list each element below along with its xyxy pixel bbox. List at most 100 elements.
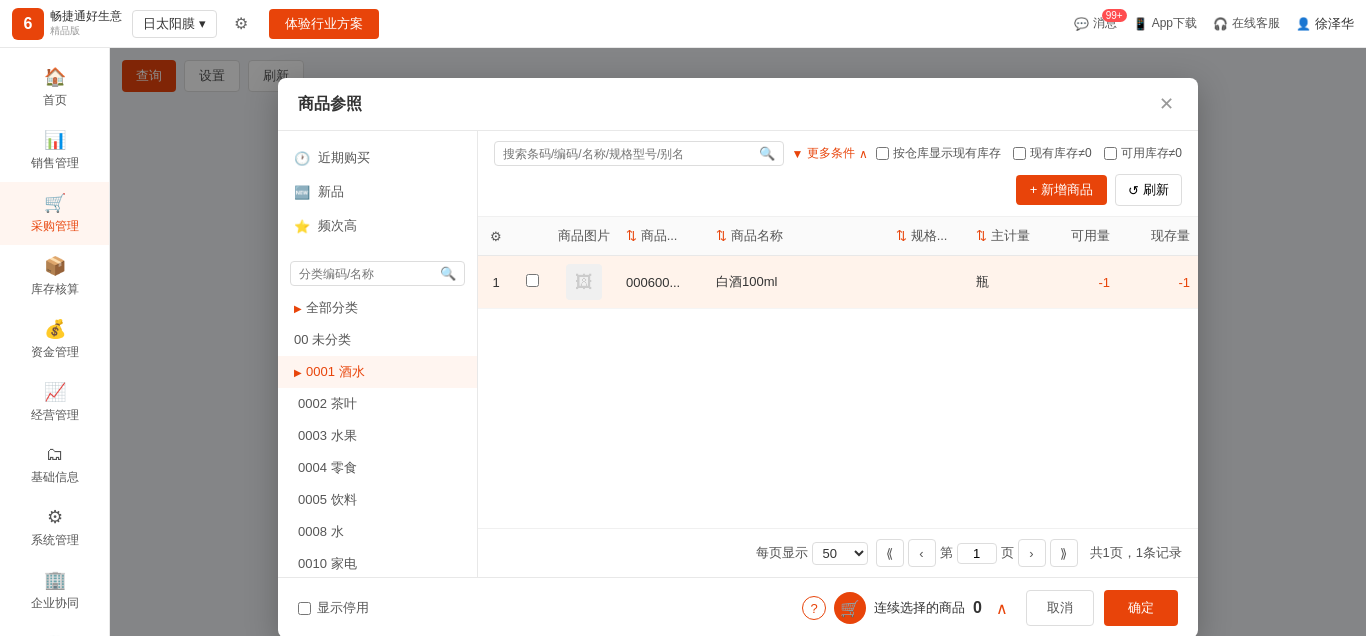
stock-nz-checkbox[interactable] <box>1013 147 1026 160</box>
exp-btn[interactable]: 体验行业方案 <box>269 9 379 39</box>
refresh-button[interactable]: ↺ 刷新 <box>1115 174 1182 206</box>
sidebar-item-label: 首页 <box>43 92 67 109</box>
row-checkbox[interactable] <box>526 274 539 287</box>
category-c0010[interactable]: 0010 家电 <box>278 548 477 577</box>
th-settings[interactable]: ⚙ <box>478 217 514 256</box>
table-row[interactable]: 1 🖼 <box>478 256 1198 309</box>
sidebar-item-label: 系统管理 <box>31 532 79 549</box>
th-unit[interactable]: ⇅ 主计量 <box>968 217 1038 256</box>
product-reference-modal: 商品参照 ✕ 🕐 近期购买 🆕 新品 <box>278 78 1198 636</box>
sidebar-item-label: 库存核算 <box>31 281 79 298</box>
prev-page-btn[interactable]: ‹ <box>908 539 936 567</box>
page-number-input[interactable] <box>957 543 997 564</box>
cancel-button[interactable]: 取消 <box>1026 590 1094 626</box>
category-c0004[interactable]: 0004 零食 <box>278 452 477 484</box>
th-check <box>514 217 550 256</box>
category-search-input[interactable] <box>299 267 436 281</box>
messages-badge: 99+ <box>1102 9 1127 22</box>
sales-icon: 📊 <box>44 129 66 151</box>
sidebar-item-home[interactable]: 🏠 首页 <box>0 56 109 119</box>
message-icon: 💬 <box>1074 17 1089 31</box>
sidebar-item-enterprise[interactable]: 🏢 企业协同 <box>0 559 109 622</box>
sort-icon: ⇅ <box>626 228 637 243</box>
settings-icon: ⚙ <box>490 229 502 244</box>
th-spec[interactable]: ⇅ 规格... <box>888 217 968 256</box>
th-name[interactable]: ⇅ 商品名称 <box>708 217 888 256</box>
show-disabled-check[interactable]: 显示停用 <box>298 599 369 617</box>
image-icon: 🖼 <box>575 272 593 293</box>
row-unit: 瓶 <box>968 256 1038 309</box>
settings-icon[interactable]: ⚙ <box>225 8 257 40</box>
sidebar-item-sales[interactable]: 📊 销售管理 <box>0 119 109 182</box>
sidebar-item-finance[interactable]: 💰 资金管理 <box>0 308 109 371</box>
last-page-btn[interactable]: ⟫ <box>1050 539 1078 567</box>
modal-right-panel: 🔍 ▼ 更多条件 ∧ 按仓库显示现有库存 <box>478 131 1198 577</box>
quick-frequent-label: 频次高 <box>318 217 357 235</box>
category-c0002[interactable]: 0002 茶叶 <box>278 388 477 420</box>
filter-warehouse-check[interactable]: 按仓库显示现有库存 <box>876 145 1001 162</box>
confirm-button[interactable]: 确定 <box>1104 590 1178 626</box>
search-input-wrap: 🔍 <box>494 141 784 166</box>
app-download-item[interactable]: 📱 App下载 <box>1133 15 1197 32</box>
category-c0005[interactable]: 0005 饮料 <box>278 484 477 516</box>
modal-footer: 显示停用 ? 🛒 连续选择的商品 0 ∧ 取消 确定 <box>278 577 1198 636</box>
clock-icon: 🕐 <box>294 151 310 166</box>
help-icon[interactable]: ? <box>802 596 826 620</box>
system-icon: ⚙ <box>47 506 63 528</box>
filter-avail-nz-check[interactable]: 可用库存≠0 <box>1104 145 1182 162</box>
show-disabled-checkbox[interactable] <box>298 602 311 615</box>
store-selector[interactable]: 日太阳膜 ▾ <box>132 10 217 38</box>
row-stock: -1 <box>1118 256 1198 309</box>
category-c0001[interactable]: ▶ 0001 酒水 <box>278 356 477 388</box>
arrow-icon: ▶ <box>294 303 302 314</box>
footer-buttons: 取消 确定 <box>1026 590 1178 626</box>
service-item[interactable]: 🎧 在线客服 <box>1213 15 1280 32</box>
finance-icon: 💰 <box>44 318 66 340</box>
quick-frequent[interactable]: ⭐ 频次高 <box>278 209 477 243</box>
show-disabled-label: 显示停用 <box>317 599 369 617</box>
th-code[interactable]: ⇅ 商品... <box>618 217 708 256</box>
sidebar-item-purchase[interactable]: 🛒 采购管理 <box>0 182 109 245</box>
more-filter-btn[interactable]: ▼ 更多条件 ∧ <box>792 145 869 162</box>
quick-recent[interactable]: 🕐 近期购买 <box>278 141 477 175</box>
quick-new[interactable]: 🆕 新品 <box>278 175 477 209</box>
base-icon: 🗂 <box>46 444 64 465</box>
first-page-btn[interactable]: ⟪ <box>876 539 904 567</box>
sidebar-item-guide[interactable]: 📖 新手引导 <box>0 622 109 636</box>
row-name: 白酒100ml <box>708 256 888 309</box>
collapse-icon[interactable]: ∧ <box>990 596 1014 620</box>
filter-stock-nz-check[interactable]: 现有库存≠0 <box>1013 145 1091 162</box>
sidebar-item-system[interactable]: ⚙ 系统管理 <box>0 496 109 559</box>
row-img-cell: 🖼 <box>550 256 618 309</box>
table-header-row: ⚙ 商品图片 ⇅ 商品... <box>478 217 1198 256</box>
add-product-button[interactable]: + 新增商品 <box>1016 175 1107 205</box>
messages-nav-item[interactable]: 💬 消息 99+ <box>1074 15 1117 32</box>
chevron-down-icon: ▾ <box>199 16 206 31</box>
page-size-select[interactable]: 10 20 50 100 <box>812 542 868 565</box>
category-c0003[interactable]: 0003 水果 <box>278 420 477 452</box>
user-menu[interactable]: 👤 徐泽华 <box>1296 15 1354 33</box>
category-c0008[interactable]: 0008 水 <box>278 516 477 548</box>
modal-header: 商品参照 ✕ <box>278 78 1198 131</box>
sidebar-item-base[interactable]: 🗂 基础信息 <box>0 434 109 496</box>
warehouse-checkbox[interactable] <box>876 147 889 160</box>
product-table-wrap: ⚙ 商品图片 ⇅ 商品... <box>478 217 1198 528</box>
guide-icon: 📖 <box>44 632 66 636</box>
user-name: 徐泽华 <box>1315 15 1354 33</box>
category-c00[interactable]: 00 未分类 <box>278 324 477 356</box>
category-all[interactable]: ▶ 全部分类 <box>278 292 477 324</box>
next-page-btn[interactable]: › <box>1018 539 1046 567</box>
new-icon: 🆕 <box>294 185 310 200</box>
product-search-input[interactable] <box>503 147 755 161</box>
search-submit-icon[interactable]: 🔍 <box>759 146 775 161</box>
sidebar-item-inventory[interactable]: 📦 库存核算 <box>0 245 109 308</box>
filter-warehouse-label: 按仓库显示现有库存 <box>893 145 1001 162</box>
sidebar-item-operations[interactable]: 📈 经营管理 <box>0 371 109 434</box>
modal-close-button[interactable]: ✕ <box>1154 92 1178 116</box>
cart-icon[interactable]: 🛒 <box>834 592 866 624</box>
row-checkbox-cell[interactable] <box>514 256 550 309</box>
avail-nz-checkbox[interactable] <box>1104 147 1117 160</box>
row-code: 000600... <box>618 256 708 309</box>
app-label: App下载 <box>1152 15 1197 32</box>
th-avail: 可用量 <box>1038 217 1118 256</box>
